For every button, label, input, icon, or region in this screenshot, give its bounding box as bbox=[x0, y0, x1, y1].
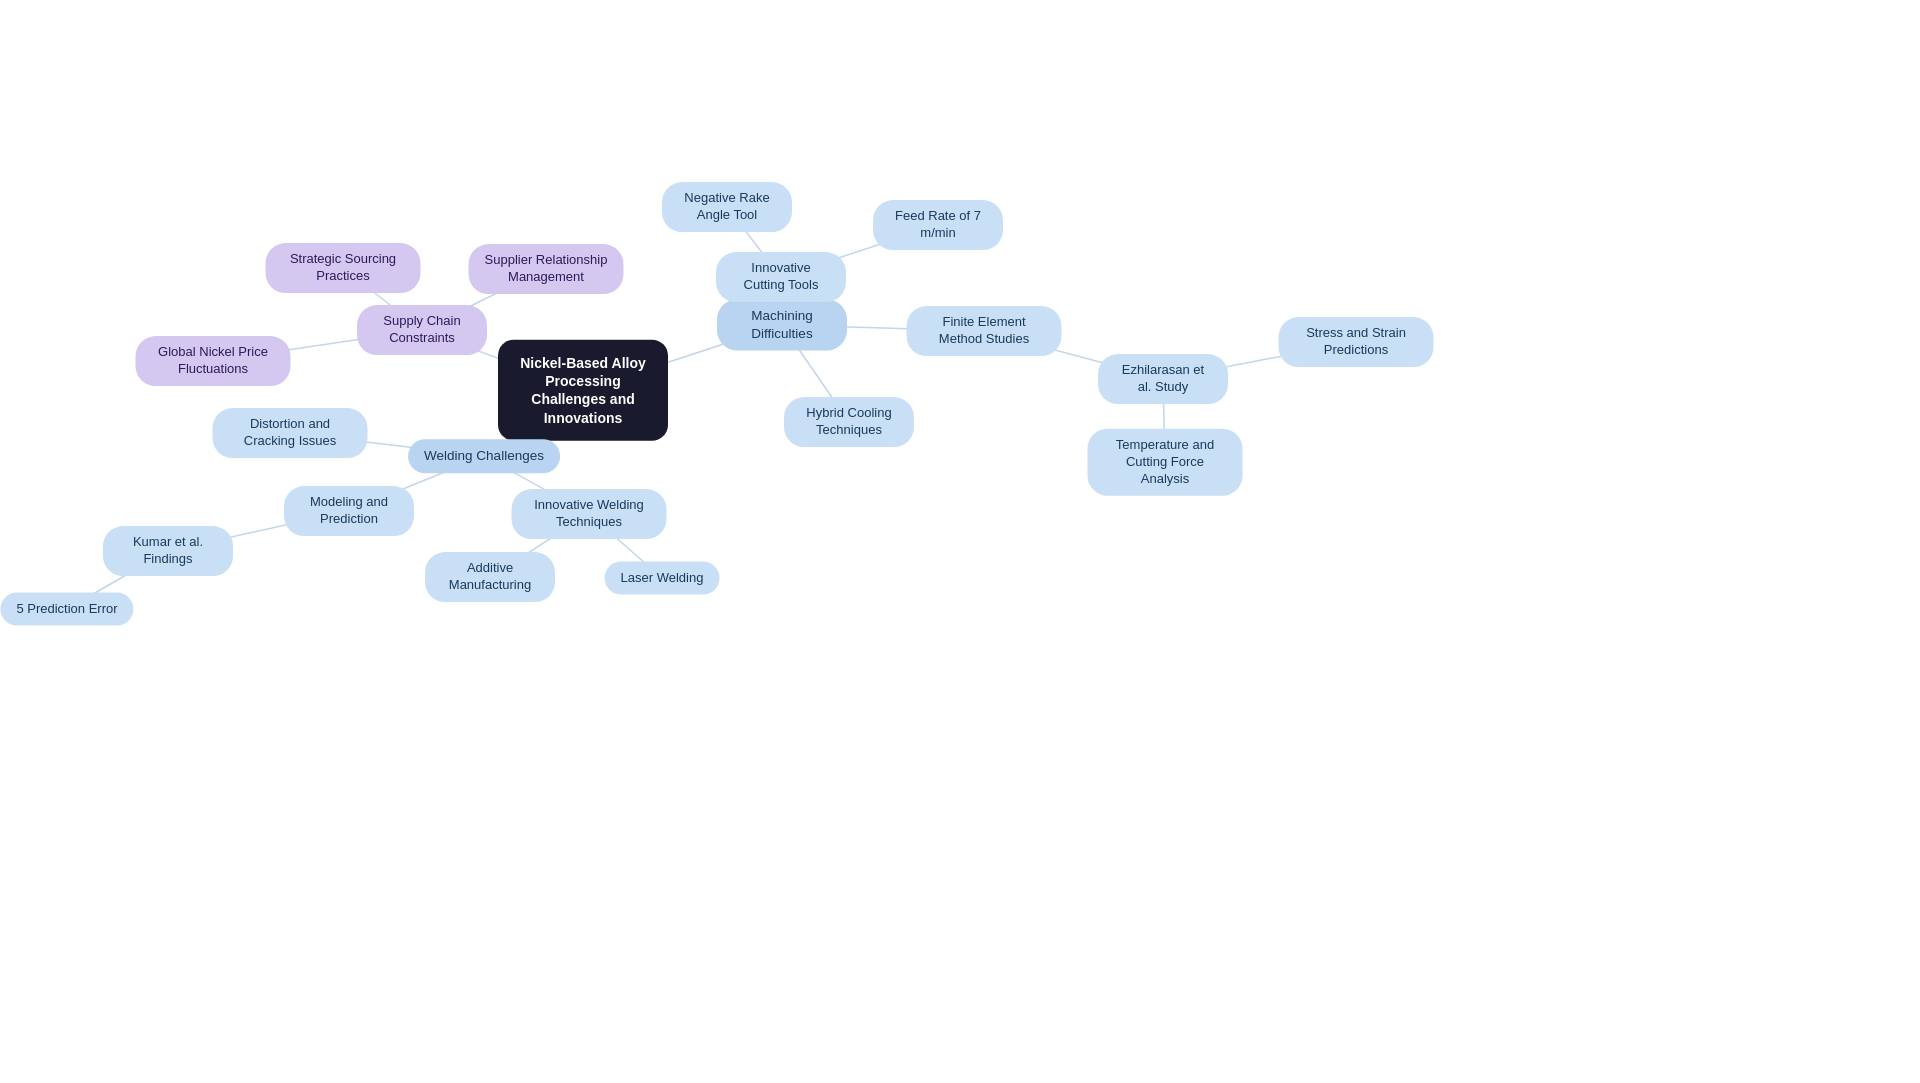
center-node: Nickel-Based Alloy Processing Challenges… bbox=[498, 340, 668, 441]
node-fem-studies[interactable]: Finite Element Method Studies bbox=[907, 306, 1062, 356]
node-ezhilarasan[interactable]: Ezhilarasan et al. Study bbox=[1098, 354, 1228, 404]
node-feed-rate[interactable]: Feed Rate of 7 m/min bbox=[873, 200, 1003, 250]
node-temp-cutting[interactable]: Temperature and Cutting Force Analysis bbox=[1088, 429, 1243, 496]
node-additive-mfg[interactable]: Additive Manufacturing bbox=[425, 552, 555, 602]
node-hybrid-cooling[interactable]: Hybrid Cooling Techniques bbox=[784, 397, 914, 447]
node-supplier-rel[interactable]: Supplier Relationship Management bbox=[469, 244, 624, 294]
node-kumar-findings[interactable]: Kumar et al. Findings bbox=[103, 526, 233, 576]
node-distortion-cracking[interactable]: Distortion and Cracking Issues bbox=[213, 408, 368, 458]
node-prediction-error[interactable]: 5 Prediction Error bbox=[0, 593, 133, 626]
node-welding-challenges[interactable]: Welding Challenges bbox=[408, 439, 560, 473]
node-supply-chain[interactable]: Supply Chain Constraints bbox=[357, 305, 487, 355]
connections-svg bbox=[0, 0, 1920, 1083]
node-strategic-sourcing[interactable]: Strategic Sourcing Practices bbox=[266, 243, 421, 293]
node-innovative-cutting[interactable]: Innovative Cutting Tools bbox=[716, 252, 846, 302]
node-innovative-welding[interactable]: Innovative Welding Techniques bbox=[512, 489, 667, 539]
node-stress-strain[interactable]: Stress and Strain Predictions bbox=[1279, 317, 1434, 367]
mind-map-container: Nickel-Based Alloy Processing Challenges… bbox=[0, 0, 1920, 1083]
node-machining-diff[interactable]: Machining Difficulties bbox=[717, 299, 847, 350]
node-modeling-prediction[interactable]: Modeling and Prediction bbox=[284, 486, 414, 536]
node-laser-welding[interactable]: Laser Welding bbox=[605, 562, 720, 595]
node-global-nickel[interactable]: Global Nickel Price Fluctuations bbox=[136, 336, 291, 386]
node-negative-rake[interactable]: Negative Rake Angle Tool bbox=[662, 182, 792, 232]
